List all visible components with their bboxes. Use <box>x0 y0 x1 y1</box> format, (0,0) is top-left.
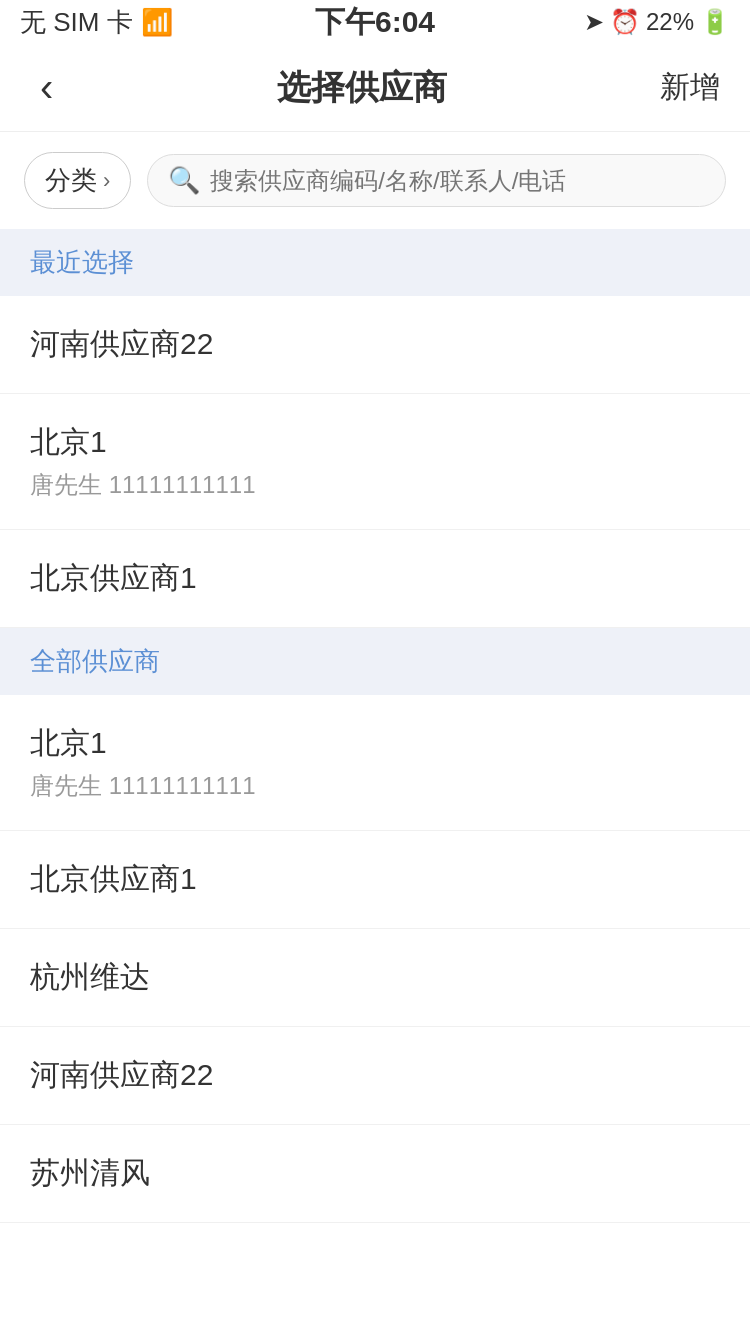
supplier-list-item[interactable]: 北京供应商1 <box>0 530 750 628</box>
supplier-name: 河南供应商22 <box>30 324 720 365</box>
status-bar: 无 SIM 卡 📶 下午6:04 ➤ ⏰ 22% 🔋 <box>0 0 750 44</box>
page-title: 选择供应商 <box>277 65 447 111</box>
status-bar-left: 无 SIM 卡 📶 <box>20 5 173 40</box>
status-bar-right: ➤ ⏰ 22% 🔋 <box>584 8 730 36</box>
alarm-icon: ⏰ <box>610 8 640 36</box>
supplier-name: 北京供应商1 <box>30 558 720 599</box>
supplier-name: 北京1 <box>30 723 720 764</box>
supplier-name: 苏州清风 <box>30 1153 720 1194</box>
back-button[interactable]: ‹ <box>30 55 63 120</box>
search-icon: 🔍 <box>168 165 200 196</box>
supplier-name: 河南供应商22 <box>30 1055 720 1096</box>
filter-bar: 分类 › 🔍 <box>0 132 750 229</box>
chevron-right-icon: › <box>103 168 110 194</box>
search-box[interactable]: 🔍 <box>147 154 726 207</box>
supplier-name: 北京供应商1 <box>30 859 720 900</box>
category-label: 分类 <box>45 163 97 198</box>
nav-bar: ‹ 选择供应商 新增 <box>0 44 750 132</box>
supplier-name: 北京1 <box>30 422 720 463</box>
supplier-detail: 唐先生 11111111111 <box>30 770 720 802</box>
supplier-list-item[interactable]: 苏州清风 <box>0 1125 750 1223</box>
wifi-icon: 📶 <box>141 7 173 38</box>
supplier-list-item[interactable]: 河南供应商22 <box>0 296 750 394</box>
supplier-list: 最近选择河南供应商22 北京1 唐先生 11111111111 北京供应商1 全部供应商… <box>0 229 750 1223</box>
supplier-name: 杭州维达 <box>30 957 720 998</box>
supplier-list-item[interactable]: 北京1 唐先生 11111111111 <box>0 394 750 530</box>
supplier-list-item[interactable]: 北京供应商1 <box>0 831 750 929</box>
supplier-list-item[interactable]: 河南供应商22 <box>0 1027 750 1125</box>
search-input[interactable] <box>210 167 705 195</box>
supplier-list-item[interactable]: 杭州维达 <box>0 929 750 1027</box>
category-filter-button[interactable]: 分类 › <box>24 152 131 209</box>
section-header-recent: 最近选择 <box>0 229 750 296</box>
supplier-list-item[interactable]: 北京1 唐先生 11111111111 <box>0 695 750 831</box>
section-header-all: 全部供应商 <box>0 628 750 695</box>
location-icon: ➤ <box>584 8 604 36</box>
status-bar-time: 下午6:04 <box>315 2 435 43</box>
supplier-detail: 唐先生 11111111111 <box>30 469 720 501</box>
no-sim-label: 无 SIM 卡 <box>20 5 133 40</box>
add-button[interactable]: 新增 <box>660 67 720 108</box>
battery-icon: 🔋 <box>700 8 730 36</box>
battery-label: 22% <box>646 8 694 36</box>
